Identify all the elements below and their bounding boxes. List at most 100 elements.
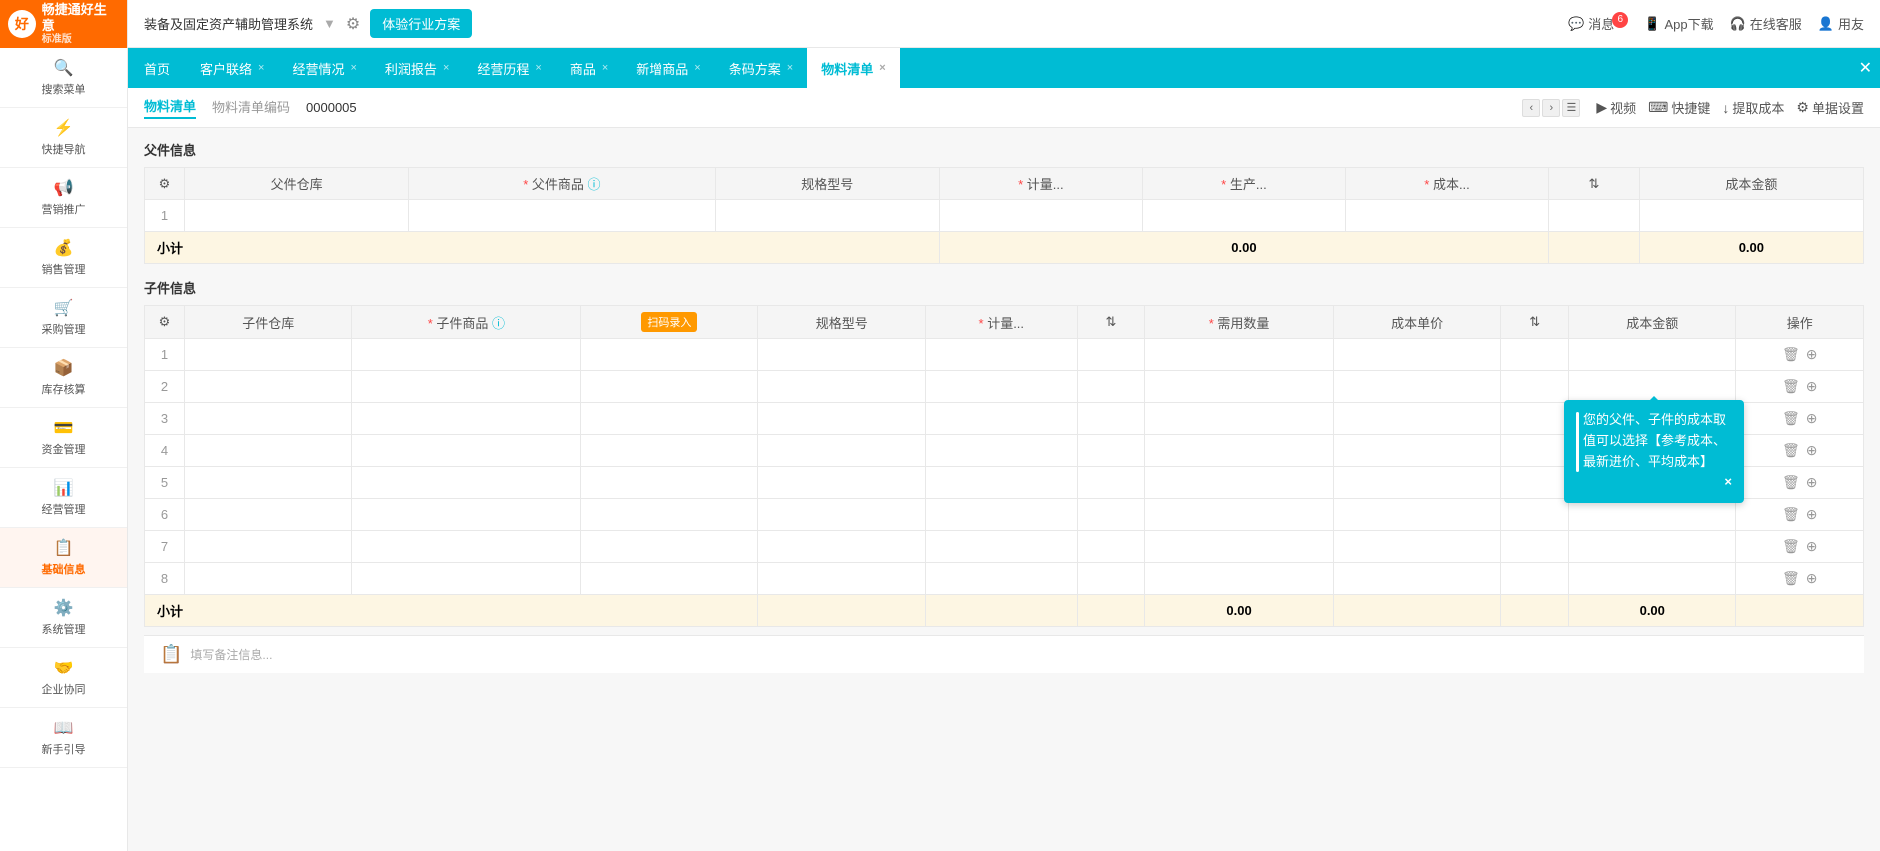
child-cell-price-1[interactable] bbox=[1333, 339, 1500, 371]
sidebar-item-search[interactable]: 🔍 搜索菜单 bbox=[0, 48, 127, 108]
parent-cell-spec[interactable] bbox=[715, 200, 939, 232]
scan-input-button[interactable]: 扫码录入 bbox=[641, 312, 697, 332]
child-col-spec: 规格型号 bbox=[758, 306, 925, 339]
bottom-area: 📋 填写备注信息... bbox=[144, 635, 1864, 673]
tab-history[interactable]: 经营历程 × bbox=[463, 48, 555, 88]
topbar-right: 💬 消息 6 📱 App下载 🎧 在线客服 👤 用友 bbox=[1568, 14, 1864, 33]
tab-customer[interactable]: 客户联络 × bbox=[186, 48, 278, 88]
message-button[interactable]: 💬 消息 6 bbox=[1568, 14, 1628, 33]
child-cell-qty-1[interactable] bbox=[1145, 339, 1334, 371]
sidebar-item-quicknav[interactable]: ⚡ 快捷导航 bbox=[0, 108, 127, 168]
sidebar-nav: 🔍 搜索菜单 ⚡ 快捷导航 📢 营销推广 💰 销售管理 🛒 采购管理 📦 库存核… bbox=[0, 48, 127, 851]
video-icon: ▶ bbox=[1596, 99, 1607, 116]
menu-icon[interactable]: ☰ bbox=[1562, 99, 1580, 117]
sub-tab-bom-list[interactable]: 物料清单 bbox=[144, 96, 196, 119]
tab-close-all-icon[interactable]: ✕ bbox=[1859, 58, 1872, 78]
delete-icon[interactable]: 🗑 bbox=[1782, 346, 1800, 363]
shortcut-button[interactable]: ⌨ 快捷键 bbox=[1648, 98, 1710, 117]
tab-barcode[interactable]: 条码方案 × bbox=[715, 48, 807, 88]
copy-icon[interactable]: ⊕ bbox=[1806, 378, 1818, 395]
tooltip-close-button[interactable]: × bbox=[1724, 472, 1732, 493]
parent-cell-warehouse[interactable] bbox=[185, 200, 409, 232]
prev-arrow-icon[interactable]: ‹ bbox=[1522, 99, 1540, 117]
next-arrow-icon[interactable]: › bbox=[1542, 99, 1560, 117]
child-cell-unit-1[interactable] bbox=[925, 339, 1077, 371]
tab-close-icon[interactable]: × bbox=[258, 62, 264, 74]
child-cell-scan-1 bbox=[581, 339, 758, 371]
sidebar-item-marketing[interactable]: 📢 营销推广 bbox=[0, 168, 127, 228]
sidebar-item-purchase[interactable]: 🛒 采购管理 bbox=[0, 288, 127, 348]
delete-icon[interactable]: 🗑 bbox=[1782, 538, 1800, 555]
video-button[interactable]: ▶ 视频 bbox=[1596, 98, 1636, 117]
copy-icon[interactable]: ⊕ bbox=[1806, 570, 1818, 587]
notes-placeholder[interactable]: 填写备注信息... bbox=[190, 646, 272, 663]
child-col-sort2: ⇅ bbox=[1501, 306, 1569, 339]
parent-cell-unit[interactable] bbox=[939, 200, 1142, 232]
sidebar-item-basic-info[interactable]: 📋 基础信息 bbox=[0, 528, 127, 588]
parent-cell-cost[interactable] bbox=[1345, 200, 1548, 232]
tab-operations[interactable]: 经营情况 × bbox=[278, 48, 370, 88]
main-area: 装备及固定资产辅助管理系统 ▼ ⚙ 体验行业方案 💬 消息 6 📱 App下载 … bbox=[128, 0, 1880, 851]
user-menu[interactable]: 👤 用友 bbox=[1818, 14, 1864, 33]
single-settings-button[interactable]: ⚙ 单据设置 bbox=[1796, 98, 1864, 117]
keyboard-icon: ⌨ bbox=[1648, 99, 1668, 116]
delete-icon[interactable]: 🗑 bbox=[1782, 506, 1800, 523]
copy-icon[interactable]: ⊕ bbox=[1806, 474, 1818, 491]
child-cell-goods-1[interactable] bbox=[352, 339, 581, 371]
tab-bom[interactable]: 物料清单 × bbox=[807, 48, 899, 88]
parent-col-cost: * 成本... bbox=[1345, 168, 1548, 200]
delete-icon[interactable]: 🗑 bbox=[1782, 570, 1800, 587]
sidebar-item-operations[interactable]: 📊 经营管理 bbox=[0, 468, 127, 528]
copy-icon[interactable]: ⊕ bbox=[1806, 506, 1818, 523]
sidebar-item-inventory[interactable]: 📦 库存核算 bbox=[0, 348, 127, 408]
copy-icon[interactable]: ⊕ bbox=[1806, 538, 1818, 555]
tab-close-icon[interactable]: × bbox=[879, 62, 885, 74]
tab-profit[interactable]: 利润报告 × bbox=[371, 48, 463, 88]
extract-cost-button[interactable]: ↓ 提取成本 bbox=[1722, 98, 1784, 117]
copy-icon[interactable]: ⊕ bbox=[1806, 346, 1818, 363]
sidebar-item-finance[interactable]: 💳 资金管理 bbox=[0, 408, 127, 468]
tab-home[interactable]: 首页 bbox=[128, 48, 186, 88]
delete-icon[interactable]: 🗑 bbox=[1782, 474, 1800, 491]
child-col-sort: ⇅ bbox=[1077, 306, 1145, 339]
child-cell-actions-1: 🗑 ⊕ bbox=[1736, 339, 1864, 371]
sidebar-item-system[interactable]: ⚙️ 系统管理 bbox=[0, 588, 127, 648]
delete-icon[interactable]: 🗑 bbox=[1782, 410, 1800, 427]
tab-goods[interactable]: 商品 × bbox=[556, 48, 622, 88]
content-area: 父件信息 ⚙ 父件仓库 * 父件商品 ⓘ 规格型号 * 计量... * 生产..… bbox=[128, 128, 1880, 685]
parent-col-settings[interactable]: ⚙ bbox=[145, 168, 185, 200]
tab-new-goods[interactable]: 新增商品 × bbox=[622, 48, 714, 88]
sidebar-item-sales[interactable]: 💰 销售管理 bbox=[0, 228, 127, 288]
settings-icon: ⚙ bbox=[1796, 99, 1809, 116]
tab-close-icon[interactable]: × bbox=[787, 62, 793, 74]
copy-icon[interactable]: ⊕ bbox=[1806, 410, 1818, 427]
online-service-button[interactable]: 🎧 在线客服 bbox=[1730, 14, 1802, 33]
extract-icon: ↓ bbox=[1722, 100, 1729, 116]
cost-tooltip: 您的父件、子件的成本取值可以选择【参考成本、最新进价、平均成本】 × bbox=[1564, 400, 1744, 503]
sidebar-item-enterprise[interactable]: 🤝 企业协同 bbox=[0, 648, 127, 708]
delete-icon[interactable]: 🗑 bbox=[1782, 378, 1800, 395]
settings-icon[interactable]: ⚙ bbox=[346, 14, 360, 34]
tab-close-icon[interactable]: × bbox=[350, 62, 356, 74]
tab-close-icon[interactable]: × bbox=[535, 62, 541, 74]
sidebar-item-guide[interactable]: 📖 新手引导 bbox=[0, 708, 127, 768]
copy-icon[interactable]: ⊕ bbox=[1806, 442, 1818, 459]
tab-close-icon[interactable]: × bbox=[602, 62, 608, 74]
parent-col-goods: * 父件商品 ⓘ bbox=[409, 168, 715, 200]
dropdown-arrow-icon: ▼ bbox=[323, 16, 336, 31]
tab-close-icon[interactable]: × bbox=[694, 62, 700, 74]
child-cell-spec-1[interactable] bbox=[758, 339, 925, 371]
child-col-scan[interactable]: 扫码录入 bbox=[581, 306, 758, 339]
child-col-settings[interactable]: ⚙ bbox=[145, 306, 185, 339]
child-row-8: 8 🗑⊕ bbox=[145, 563, 1864, 595]
trial-button[interactable]: 体验行业方案 bbox=[370, 9, 472, 38]
delete-icon[interactable]: 🗑 bbox=[1782, 442, 1800, 459]
app-download-button[interactable]: 📱 App下载 bbox=[1644, 14, 1713, 33]
parent-cell-production[interactable] bbox=[1142, 200, 1345, 232]
child-row-seq-1: 1 bbox=[145, 339, 185, 371]
child-cell-warehouse-1[interactable] bbox=[185, 339, 352, 371]
child-cell-amount-1 bbox=[1569, 339, 1736, 371]
parent-cell-goods[interactable] bbox=[409, 200, 715, 232]
topbar-left: 装备及固定资产辅助管理系统 ▼ ⚙ 体验行业方案 bbox=[144, 9, 472, 38]
tab-close-icon[interactable]: × bbox=[443, 62, 449, 74]
